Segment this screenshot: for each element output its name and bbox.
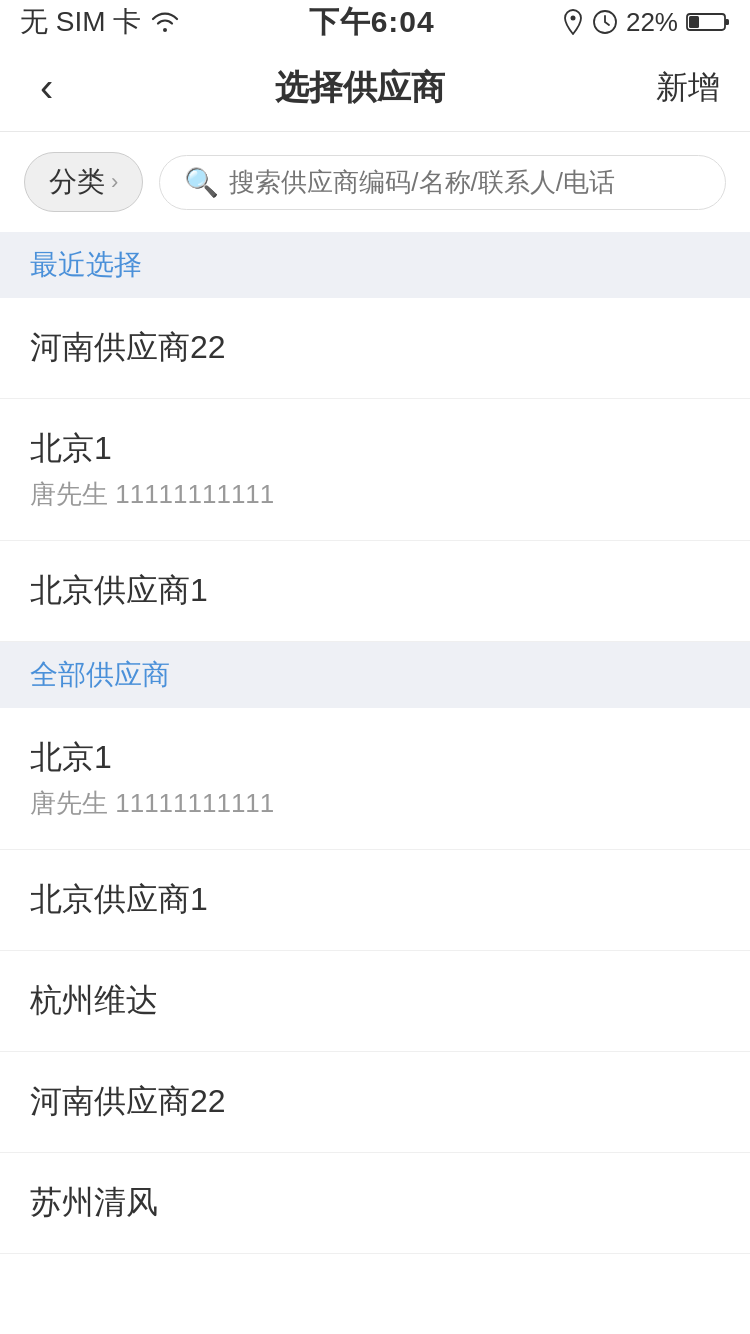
all-label: 全部供应商 <box>30 659 170 690</box>
list-item[interactable]: 苏州清风 <box>0 1153 750 1254</box>
list-item[interactable]: 河南供应商22 <box>0 1052 750 1153</box>
list-item[interactable]: 北京供应商1 <box>0 541 750 642</box>
item-name: 河南供应商22 <box>30 326 720 370</box>
list-item[interactable]: 北京1 唐先生 11111111111 <box>0 399 750 541</box>
no-sim-label: 无 SIM 卡 <box>20 3 141 41</box>
nav-bar: ‹ 选择供应商 新增 <box>0 44 750 132</box>
item-name: 杭州维达 <box>30 979 720 1023</box>
svg-point-0 <box>570 16 575 21</box>
status-left: 无 SIM 卡 <box>20 3 181 41</box>
item-sub: 唐先生 11111111111 <box>30 786 720 821</box>
all-list: 北京1 唐先生 11111111111 北京供应商1 杭州维达河南供应商22 苏州清风 <box>0 708 750 1254</box>
page-title: 选择供应商 <box>275 65 445 111</box>
list-item[interactable]: 北京供应商1 <box>0 850 750 951</box>
search-input[interactable] <box>229 167 701 198</box>
status-right: 22% <box>562 7 730 38</box>
recent-list: 河南供应商22 北京1 唐先生 11111111111 北京供应商1 <box>0 298 750 642</box>
wifi-icon <box>149 10 181 34</box>
status-time: 下午6:04 <box>309 2 435 43</box>
item-name: 苏州清风 <box>30 1181 720 1225</box>
item-sub: 唐先生 11111111111 <box>30 477 720 512</box>
category-button[interactable]: 分类 › <box>24 152 143 212</box>
list-item[interactable]: 北京1 唐先生 11111111111 <box>0 708 750 850</box>
list-item[interactable]: 河南供应商22 <box>0 298 750 399</box>
status-bar: 无 SIM 卡 下午6:04 22% <box>0 0 750 44</box>
search-box[interactable]: 🔍 <box>159 155 726 210</box>
svg-rect-3 <box>725 19 729 25</box>
all-section-header: 全部供应商 <box>0 642 750 708</box>
battery-icon <box>686 11 730 33</box>
chevron-right-icon: › <box>111 169 118 195</box>
location-icon <box>562 9 584 35</box>
item-name: 北京供应商1 <box>30 878 720 922</box>
filter-bar: 分类 › 🔍 <box>0 132 750 232</box>
category-label: 分类 <box>49 163 105 201</box>
item-name: 河南供应商22 <box>30 1080 720 1124</box>
recent-section-header: 最近选择 <box>0 232 750 298</box>
battery-label: 22% <box>626 7 678 38</box>
item-name: 北京1 <box>30 427 720 471</box>
item-name: 北京供应商1 <box>30 569 720 613</box>
item-name: 北京1 <box>30 736 720 780</box>
list-item[interactable]: 杭州维达 <box>0 951 750 1052</box>
add-button[interactable]: 新增 <box>656 66 720 110</box>
svg-rect-4 <box>689 16 699 28</box>
clock-icon <box>592 9 618 35</box>
search-icon: 🔍 <box>184 166 219 199</box>
back-button[interactable]: ‹ <box>30 55 63 120</box>
recent-label: 最近选择 <box>30 249 142 280</box>
